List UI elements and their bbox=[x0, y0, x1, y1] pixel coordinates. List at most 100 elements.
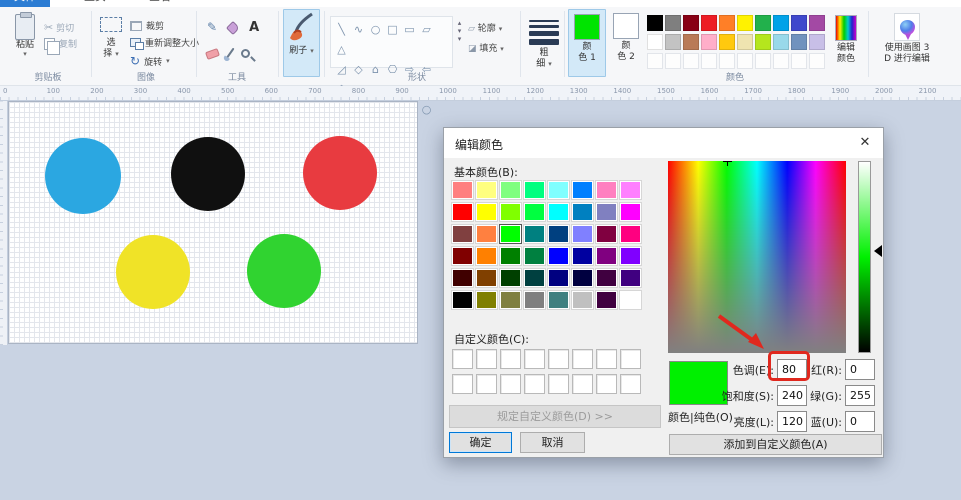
basic-color-swatch[interactable] bbox=[620, 225, 641, 243]
color-picker-tool-button[interactable] bbox=[225, 48, 234, 60]
cut-button[interactable]: ✂ 剪切 bbox=[44, 21, 74, 34]
custom-color-slot[interactable] bbox=[596, 374, 617, 394]
fill-tool-button[interactable] bbox=[226, 21, 240, 35]
palette-empty-slot[interactable] bbox=[773, 53, 789, 69]
basic-color-swatch[interactable] bbox=[452, 269, 473, 287]
basic-color-swatch[interactable] bbox=[596, 269, 617, 287]
fill-shape-button[interactable]: ◪ 填充 ▾ bbox=[468, 41, 504, 54]
value-field[interactable]: 240 bbox=[777, 385, 807, 406]
custom-color-slot[interactable] bbox=[476, 374, 497, 394]
custom-color-slot[interactable] bbox=[452, 349, 473, 369]
palette-empty-slot[interactable] bbox=[665, 53, 681, 69]
basic-color-swatch[interactable] bbox=[572, 291, 593, 309]
basic-color-swatch[interactable] bbox=[524, 203, 545, 221]
gallery-up-icon[interactable]: ▴ bbox=[455, 19, 464, 27]
palette-swatch[interactable] bbox=[773, 15, 789, 31]
basic-color-swatch[interactable] bbox=[620, 247, 641, 265]
custom-color-slot[interactable] bbox=[548, 374, 569, 394]
close-icon[interactable]: ✕ bbox=[855, 134, 875, 152]
basic-color-swatch[interactable] bbox=[476, 247, 497, 265]
custom-color-slot[interactable] bbox=[452, 374, 473, 394]
palette-swatch[interactable] bbox=[665, 34, 681, 50]
shape-glyph[interactable]: △ bbox=[333, 42, 350, 58]
basic-color-swatch[interactable] bbox=[476, 225, 497, 243]
basic-color-swatch[interactable] bbox=[620, 291, 641, 309]
palette-empty-slot[interactable] bbox=[719, 53, 735, 69]
tab-file[interactable]: 文件 bbox=[0, 0, 50, 7]
gradient-crosshair-marker[interactable] bbox=[723, 161, 732, 166]
palette-swatch[interactable] bbox=[683, 15, 699, 31]
copy-button[interactable]: 复制 bbox=[44, 37, 77, 50]
shape-glyph[interactable]: ◿ bbox=[333, 62, 350, 78]
yellow-circle[interactable] bbox=[116, 235, 190, 309]
palette-empty-slot[interactable] bbox=[809, 53, 825, 69]
palette-swatch[interactable] bbox=[665, 15, 681, 31]
basic-color-swatch[interactable] bbox=[572, 247, 593, 265]
palette-swatch[interactable] bbox=[701, 34, 717, 50]
basic-color-swatch[interactable] bbox=[572, 181, 593, 199]
basic-color-swatch[interactable] bbox=[524, 269, 545, 287]
basic-color-swatch-selected[interactable] bbox=[500, 225, 521, 243]
palette-swatch[interactable] bbox=[737, 34, 753, 50]
basic-color-swatch[interactable] bbox=[548, 269, 569, 287]
palette-swatch[interactable] bbox=[791, 34, 807, 50]
hue-value-field[interactable]: 80 bbox=[777, 359, 807, 380]
custom-color-slot[interactable] bbox=[572, 349, 593, 369]
cancel-button[interactable]: 取消 bbox=[520, 432, 585, 453]
basic-color-swatch[interactable] bbox=[500, 291, 521, 309]
rotate-button[interactable]: ↻旋转 ▾ bbox=[130, 54, 170, 68]
color2-button[interactable]: 颜色 2 bbox=[608, 9, 644, 77]
tab-home[interactable]: 主页 bbox=[70, 0, 120, 7]
value-field[interactable]: 0 bbox=[845, 359, 875, 380]
basic-color-swatch[interactable] bbox=[452, 291, 473, 309]
outline-button[interactable]: ▱ 轮廓 ▾ bbox=[468, 21, 502, 34]
palette-swatch[interactable] bbox=[719, 15, 735, 31]
palette-empty-slot[interactable] bbox=[647, 53, 663, 69]
basic-color-swatch[interactable] bbox=[476, 291, 497, 309]
shape-glyph[interactable]: ∿ bbox=[350, 22, 367, 38]
dialog-title-bar[interactable]: 编辑颜色 ✕ bbox=[444, 128, 883, 158]
palette-swatch[interactable] bbox=[773, 34, 789, 50]
shape-glyph[interactable]: ▱ bbox=[418, 22, 435, 38]
basic-color-swatch[interactable] bbox=[500, 203, 521, 221]
basic-color-swatch[interactable] bbox=[596, 291, 617, 309]
palette-empty-slot[interactable] bbox=[737, 53, 753, 69]
custom-color-slot[interactable] bbox=[620, 374, 641, 394]
add-to-custom-colors-button[interactable]: 添加到自定义颜色(A) bbox=[669, 434, 882, 455]
basic-color-swatch[interactable] bbox=[500, 269, 521, 287]
shape-glyph[interactable]: ╲ bbox=[333, 22, 350, 38]
palette-swatch[interactable] bbox=[755, 34, 771, 50]
luminance-bar[interactable] bbox=[858, 161, 871, 353]
basic-color-swatch[interactable] bbox=[500, 181, 521, 199]
palette-empty-slot[interactable] bbox=[791, 53, 807, 69]
basic-color-swatch[interactable] bbox=[548, 203, 569, 221]
hue-saturation-gradient[interactable] bbox=[668, 161, 846, 353]
basic-color-swatch[interactable] bbox=[452, 203, 473, 221]
cyan-circle[interactable] bbox=[45, 138, 121, 214]
tab-view[interactable]: 查看 bbox=[135, 0, 185, 7]
shape-glyph[interactable]: ◇ bbox=[350, 62, 367, 78]
basic-color-swatch[interactable] bbox=[620, 203, 641, 221]
palette-swatch[interactable] bbox=[755, 15, 771, 31]
basic-color-swatch[interactable] bbox=[620, 181, 641, 199]
black-circle[interactable] bbox=[171, 137, 245, 211]
edit-colors-button[interactable]: 编辑颜色 bbox=[830, 13, 862, 65]
basic-color-swatch[interactable] bbox=[572, 269, 593, 287]
select-button[interactable]: 选择 ▾ bbox=[96, 15, 126, 60]
custom-color-slot[interactable] bbox=[524, 349, 545, 369]
basic-color-swatch[interactable] bbox=[596, 203, 617, 221]
paste-button[interactable]: 粘贴 ▾ bbox=[8, 12, 42, 74]
basic-color-swatch[interactable] bbox=[596, 247, 617, 265]
basic-color-swatch[interactable] bbox=[596, 181, 617, 199]
custom-color-slot[interactable] bbox=[548, 349, 569, 369]
custom-color-slot[interactable] bbox=[620, 349, 641, 369]
palette-swatch[interactable] bbox=[809, 34, 825, 50]
palette-empty-slot[interactable] bbox=[701, 53, 717, 69]
palette-swatch[interactable] bbox=[791, 15, 807, 31]
basic-color-swatch[interactable] bbox=[572, 225, 593, 243]
basic-color-swatch[interactable] bbox=[548, 247, 569, 265]
text-tool-button[interactable]: A bbox=[249, 20, 259, 35]
basic-color-swatch[interactable] bbox=[476, 269, 497, 287]
value-field[interactable]: 0 bbox=[845, 411, 875, 432]
basic-color-swatch[interactable] bbox=[548, 181, 569, 199]
